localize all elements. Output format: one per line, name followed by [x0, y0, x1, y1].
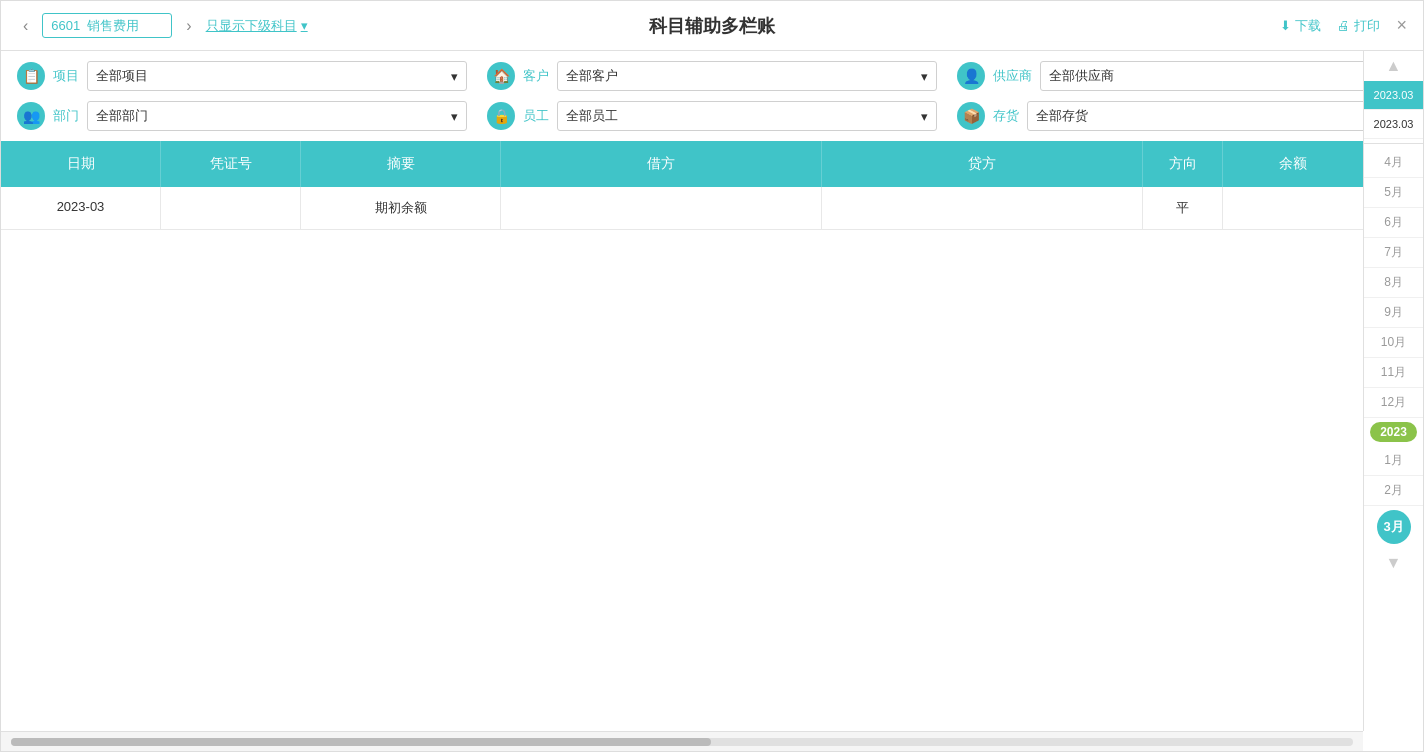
print-icon: 🖨	[1337, 18, 1350, 33]
title-left: ‹ › 只显示下级科目 ▾	[17, 13, 308, 38]
sidebar-item-2023-03-first[interactable]: 2023.03	[1364, 81, 1423, 110]
filter-customer-row: 🏠 客户 全部客户 ▾	[487, 61, 937, 91]
department-icon: 👥	[17, 102, 45, 130]
project-select[interactable]: 全部项目 ▾	[87, 61, 467, 91]
project-icon: 📋	[17, 62, 45, 90]
close-button[interactable]: ×	[1396, 15, 1407, 36]
download-button[interactable]: ⬇ 下载	[1280, 17, 1321, 35]
filter-supplier-row: 👤 供应商 全部供应商 ▾	[957, 61, 1407, 91]
sidebar-year-2023[interactable]: 2023	[1364, 418, 1423, 446]
sidebar: ▲ 2023.03 2023.03 4月 5月 6月 7月 8月 9月 10月 …	[1363, 51, 1423, 731]
nav-next-button[interactable]: ›	[180, 15, 197, 37]
supplier-select[interactable]: 全部供应商 ▾	[1040, 61, 1407, 91]
chevron-down-icon: ▾	[301, 18, 308, 33]
col-debit: 借方	[501, 141, 822, 187]
sidebar-item-2023-03-second[interactable]: 2023.03	[1364, 110, 1423, 139]
show-sub-button[interactable]: 只显示下级科目 ▾	[206, 17, 308, 35]
project-label: 项目	[53, 67, 79, 85]
sidebar-item-3-current[interactable]: 3月	[1364, 506, 1423, 548]
page-title: 科目辅助多栏账	[649, 14, 775, 38]
sidebar-item-10[interactable]: 10月	[1364, 328, 1423, 358]
sidebar-item-1[interactable]: 1月	[1364, 446, 1423, 476]
table-header: 日期 凭证号 摘要 借方 贷方 方向 余额	[1, 141, 1363, 187]
inventory-label: 存货	[993, 107, 1019, 125]
sidebar-down-arrow[interactable]: ▼	[1364, 548, 1423, 578]
col-summary: 摘要	[301, 141, 501, 187]
horizontal-scroll-track[interactable]	[11, 738, 1353, 746]
department-select[interactable]: 全部部门 ▾	[87, 101, 467, 131]
col-credit: 贷方	[822, 141, 1143, 187]
filter-inventory-row: 📦 存货 全部存货 ▾	[957, 101, 1407, 131]
sidebar-item-7[interactable]: 7月	[1364, 238, 1423, 268]
chevron-down-icon: ▾	[451, 69, 458, 84]
cell-debit	[501, 187, 822, 229]
sidebar-item-12[interactable]: 12月	[1364, 388, 1423, 418]
supplier-label: 供应商	[993, 67, 1032, 85]
chevron-down-icon: ▾	[921, 109, 928, 124]
filter-employee-row: 🔒 员工 全部员工 ▾	[487, 101, 937, 131]
sidebar-up-arrow[interactable]: ▲	[1364, 51, 1423, 81]
title-bar: ‹ › 只显示下级科目 ▾ 科目辅助多栏账 ⬇ 下载 🖨 打印 ×	[1, 1, 1423, 51]
customer-icon: 🏠	[487, 62, 515, 90]
bottom-scrollbar[interactable]	[1, 731, 1363, 751]
customer-label: 客户	[523, 67, 549, 85]
sidebar-item-6[interactable]: 6月	[1364, 208, 1423, 238]
filter-area: 📋 项目 全部项目 ▾ 🏠 客户 全部客户 ▾ 👤 供应商 全部供应商 ▾	[1, 51, 1423, 141]
sidebar-item-2[interactable]: 2月	[1364, 476, 1423, 506]
inventory-icon: 📦	[957, 102, 985, 130]
print-button[interactable]: 🖨 打印	[1337, 17, 1380, 35]
sidebar-item-9[interactable]: 9月	[1364, 298, 1423, 328]
sidebar-item-8[interactable]: 8月	[1364, 268, 1423, 298]
cell-direction: 平	[1143, 187, 1223, 229]
sidebar-top-section: 2023.03 2023.03	[1364, 81, 1423, 144]
sidebar-item-11[interactable]: 11月	[1364, 358, 1423, 388]
filter-project-row: 📋 项目 全部项目 ▾	[17, 61, 467, 91]
show-sub-label: 只显示下级科目	[206, 17, 297, 35]
main-window: ‹ › 只显示下级科目 ▾ 科目辅助多栏账 ⬇ 下载 🖨 打印 × 📋 项目	[0, 0, 1424, 752]
nav-prev-button[interactable]: ‹	[17, 15, 34, 37]
employee-icon: 🔒	[487, 102, 515, 130]
department-label: 部门	[53, 107, 79, 125]
filter-department-row: 👥 部门 全部部门 ▾	[17, 101, 467, 131]
chevron-down-icon: ▾	[921, 69, 928, 84]
customer-select[interactable]: 全部客户 ▾	[557, 61, 937, 91]
title-right: ⬇ 下载 🖨 打印 ×	[1280, 15, 1407, 36]
cell-credit	[822, 187, 1143, 229]
cell-date: 2023-03	[1, 187, 161, 229]
sidebar-item-4[interactable]: 4月	[1364, 148, 1423, 178]
table-row: 2023-03 期初余额 平	[1, 187, 1363, 230]
supplier-icon: 👤	[957, 62, 985, 90]
cell-summary: 期初余额	[301, 187, 501, 229]
inventory-select[interactable]: 全部存货 ▾	[1027, 101, 1407, 131]
table-area: 日期 凭证号 摘要 借方 贷方 方向 余额 2023-03 期初余额 平	[1, 141, 1363, 230]
chevron-down-icon: ▾	[451, 109, 458, 124]
employee-select[interactable]: 全部员工 ▾	[557, 101, 937, 131]
cell-voucher	[161, 187, 301, 229]
col-balance: 余额	[1223, 141, 1363, 187]
account-input[interactable]	[42, 13, 172, 38]
employee-label: 员工	[523, 107, 549, 125]
table-body: 2023-03 期初余额 平	[1, 187, 1363, 230]
col-date: 日期	[1, 141, 161, 187]
download-icon: ⬇	[1280, 18, 1291, 33]
col-voucher: 凭证号	[161, 141, 301, 187]
sidebar-item-5[interactable]: 5月	[1364, 178, 1423, 208]
cell-balance	[1223, 187, 1363, 229]
col-direction: 方向	[1143, 141, 1223, 187]
horizontal-scroll-thumb[interactable]	[11, 738, 711, 746]
